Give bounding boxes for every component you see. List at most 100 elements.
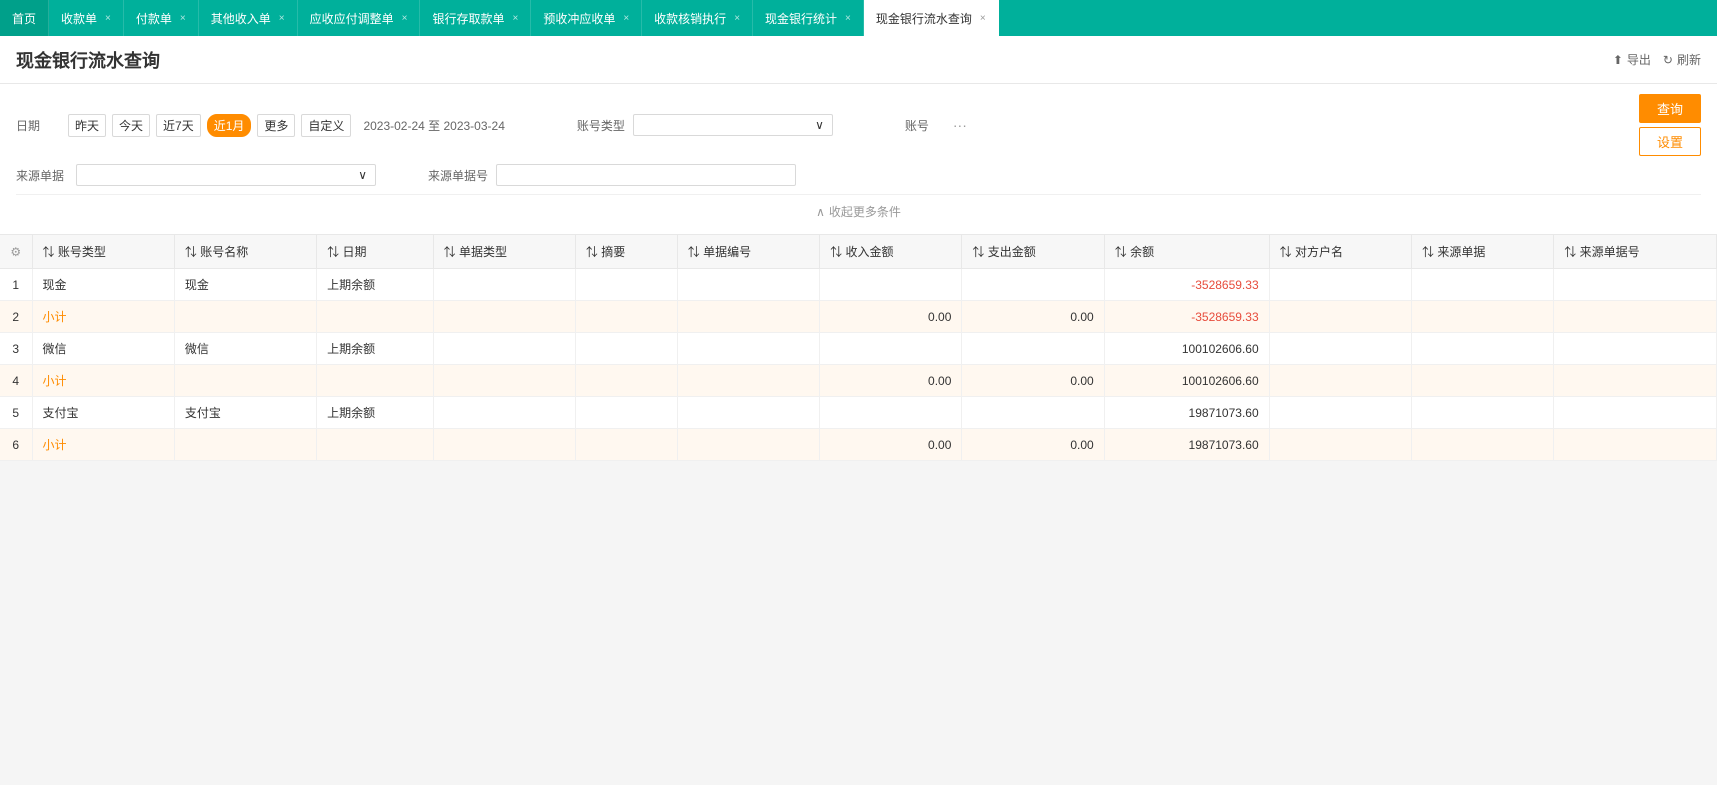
export-icon: ⬆ [1613,53,1623,67]
nav-tab-other-income[interactable]: 其他收入单 × [199,0,298,36]
sort-icon[interactable]: ⇅ [185,245,197,259]
refresh-label: 刷新 [1677,51,1701,68]
close-icon[interactable]: × [734,13,740,24]
nav-tab-receipt[interactable]: 收款单 × [49,0,124,36]
col-doc-no: ⇅ 单据编号 [677,235,819,269]
cell-counterparty [1269,269,1411,301]
source-doc-number-input[interactable] [496,164,796,186]
cash-bank-stats-tab-label: 现金银行统计 [765,10,837,27]
cell-expense: 0.00 [962,301,1104,333]
sort-icon[interactable]: ⇅ [830,245,842,259]
source-doc-select[interactable]: ∨ [76,164,376,186]
data-table: ⚙ ⇅ 账号类型 ⇅ 账号名称 ⇅ 日期 ⇅ 单据类型 [0,235,1717,461]
col-expense: ⇅ 支出金额 [962,235,1104,269]
nav-tab-cash-bank-stats[interactable]: 现金银行统计 × [753,0,864,36]
date-filter-label: 日期 [16,117,56,134]
export-label: 导出 [1627,51,1651,68]
cell-balance: 19871073.60 [1104,429,1269,461]
cell-date: 上期余额 [317,397,433,429]
date-range-display: 2023-02-24 至 2023-03-24 [363,117,504,134]
sort-icon[interactable]: ⇅ [972,245,984,259]
date-btn-more[interactable]: 更多 [257,114,295,137]
close-icon[interactable]: × [512,13,518,24]
cell-account-type: 微信 [32,333,174,365]
sort-icon[interactable]: ⇅ [1422,245,1434,259]
cell-expense: 0.00 [962,365,1104,397]
close-icon[interactable]: × [980,13,986,24]
nav-tab-home[interactable]: 首页 [0,0,49,36]
cell-settings: 6 [0,429,32,461]
close-icon[interactable]: × [402,13,408,24]
home-tab-label: 首页 [12,10,36,27]
nav-tab-receipt-verify[interactable]: 收款核销执行 × [642,0,753,36]
date-btn-7days[interactable]: 近7天 [156,114,201,137]
page-header: 现金银行流水查询 ⬆ 导出 ↻ 刷新 [0,36,1717,84]
nav-tab-cash-bank-flow[interactable]: 现金银行流水查询 × [864,0,999,36]
close-icon[interactable]: × [180,13,186,24]
sort-icon[interactable]: ⇅ [1115,245,1127,259]
cell-income [820,333,962,365]
cell-counterparty [1269,301,1411,333]
nav-tab-bank-deposit[interactable]: 银行存取款单 × [420,0,531,36]
close-icon[interactable]: × [279,13,285,24]
close-icon[interactable]: × [845,13,851,24]
cell-expense [962,397,1104,429]
col-source-doc-no: ⇅ 来源单据号 [1554,235,1717,269]
cell-doc-no [677,429,819,461]
col-expense-label: 支出金额 [988,245,1036,259]
cell-doc-no [677,269,819,301]
advance-offset-tab-label: 预收冲应收单 [543,10,615,27]
cell-income [820,269,962,301]
date-btn-yesterday[interactable]: 昨天 [68,114,106,137]
filter-row-source: 来源单据 ∨ 来源单据号 [16,164,1701,186]
cell-doc-type [433,333,575,365]
close-icon[interactable]: × [623,13,629,24]
cell-counterparty [1269,333,1411,365]
cell-account-name: 微信 [174,333,316,365]
sort-icon[interactable]: ⇅ [43,245,55,259]
date-btn-custom[interactable]: 自定义 [301,114,351,137]
cell-source-doc [1411,365,1553,397]
nav-tab-ar-ap-adjust[interactable]: 应收应付调整单 × [298,0,421,36]
date-btn-1month[interactable]: 近1月 [207,114,252,137]
cell-summary [575,397,677,429]
table-row: 5 支付宝 支付宝 上期余额 19871073.60 [0,397,1717,429]
sort-icon[interactable]: ⇅ [688,245,700,259]
cell-expense [962,269,1104,301]
cell-account-name: 现金 [174,269,316,301]
refresh-button[interactable]: ↻ 刷新 [1663,51,1701,68]
sort-icon[interactable]: ⇅ [1280,245,1292,259]
cash-bank-flow-tab-label: 现金银行流水查询 [876,10,972,27]
sort-icon[interactable]: ⇅ [444,245,456,259]
account-type-select[interactable]: ∨ [633,114,833,136]
nav-tab-advance-offset[interactable]: 预收冲应收单 × [531,0,642,36]
account-type-label: 账号类型 [577,117,625,134]
settings-button[interactable]: 设置 [1639,127,1701,156]
query-button[interactable]: 查询 [1639,94,1701,123]
cell-balance: -3528659.33 [1104,301,1269,333]
cell-doc-no [677,333,819,365]
export-button[interactable]: ⬆ 导出 [1613,51,1651,68]
cell-date: 上期余额 [317,269,433,301]
col-source-doc-no-label: 来源单据号 [1580,245,1640,259]
cell-source-doc [1411,301,1553,333]
cell-date: 上期余额 [317,333,433,365]
date-btn-today[interactable]: 今天 [112,114,150,137]
account-dots-button[interactable]: ··· [953,117,967,133]
sort-icon[interactable]: ⇅ [327,245,339,259]
sort-icon[interactable]: ⇅ [586,245,598,259]
close-icon[interactable]: × [105,13,111,24]
collapse-button[interactable]: ∧ 收起更多条件 [16,199,1701,224]
nav-tab-payment[interactable]: 付款单 × [124,0,199,36]
refresh-icon: ↻ [1663,53,1673,67]
cell-summary [575,269,677,301]
sort-icon[interactable]: ⇅ [1564,245,1576,259]
table-settings-icon[interactable]: ⚙ [10,245,21,259]
chevron-up-icon: ∧ [816,205,825,219]
col-settings: ⚙ [0,235,32,269]
cell-account-type: 支付宝 [32,397,174,429]
cell-doc-no [677,397,819,429]
col-doc-type: ⇅ 单据类型 [433,235,575,269]
cell-date [317,301,433,333]
col-source-doc-label: 来源单据 [1437,245,1485,259]
